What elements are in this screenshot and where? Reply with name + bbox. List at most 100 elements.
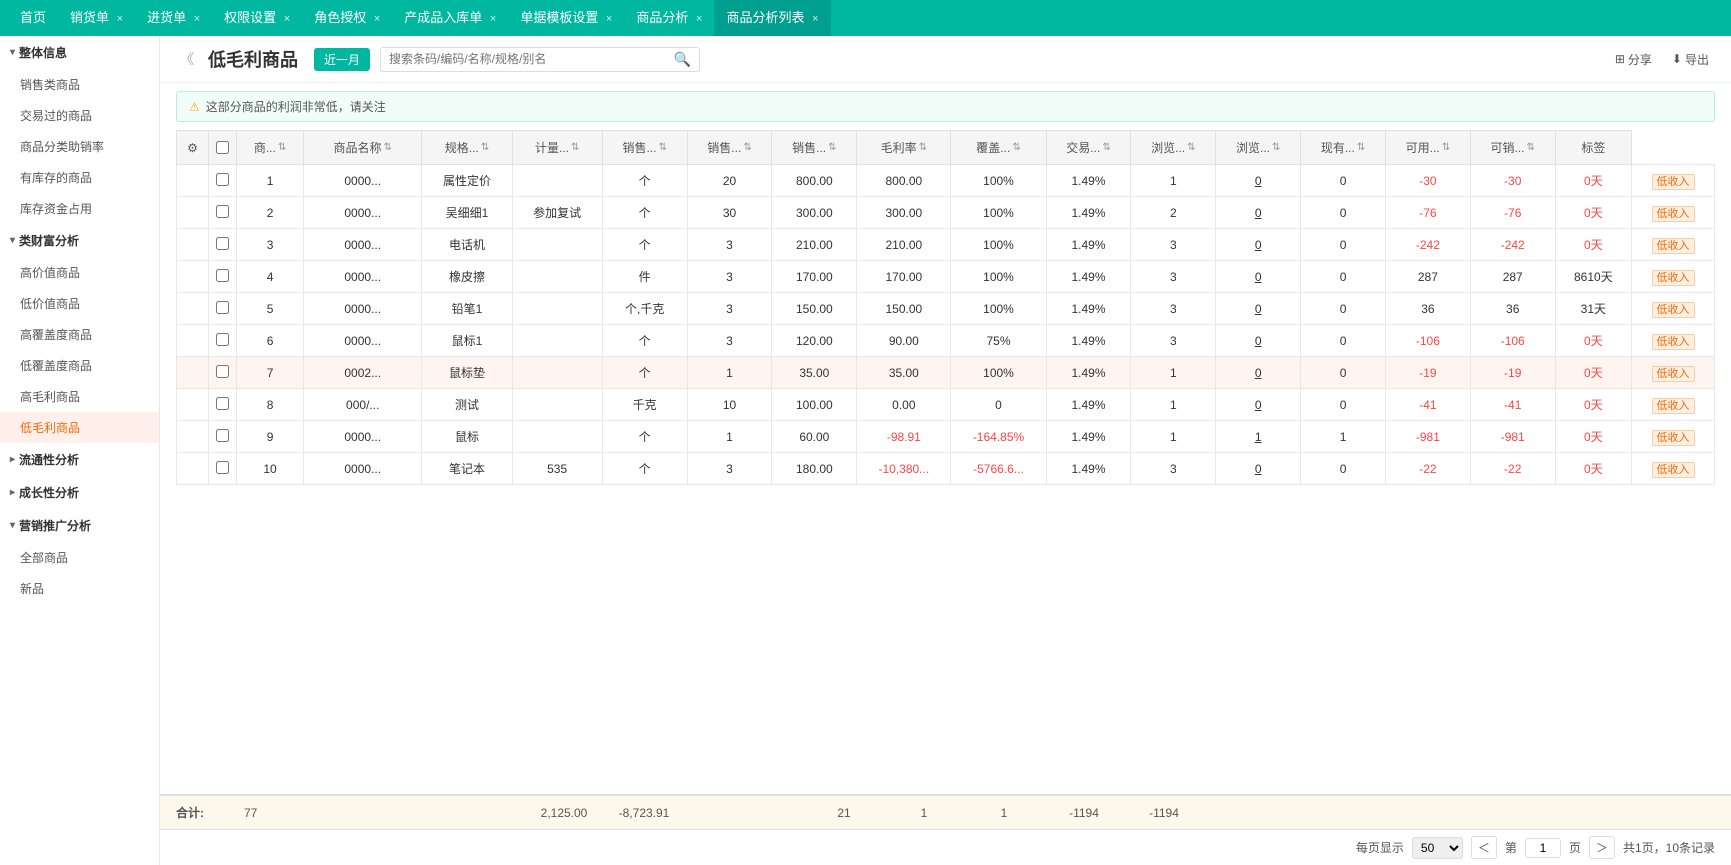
col-browse1[interactable]: 浏览... ⇅ xyxy=(1131,131,1216,165)
nav-purchase[interactable]: 进货单 × xyxy=(135,0,212,36)
sidebar-item-category-rate[interactable]: 商品分类助销率 xyxy=(0,131,159,162)
col-trade-count[interactable]: 交易... ⇅ xyxy=(1046,131,1131,165)
nav-sales[interactable]: 销货单 × xyxy=(58,0,135,36)
row-checkbox[interactable] xyxy=(209,293,237,325)
browse1-link[interactable]: 0 xyxy=(1255,462,1262,476)
browse1-link[interactable]: 0 xyxy=(1255,398,1262,412)
row-browse1[interactable]: 1 xyxy=(1216,421,1301,453)
sidebar-item-stock-goods[interactable]: 有库存的商品 xyxy=(0,162,159,193)
row-checkbox[interactable] xyxy=(209,197,237,229)
row-checkbox[interactable] xyxy=(209,261,237,293)
share-btn[interactable]: ⊞ 分享 xyxy=(1609,48,1658,71)
browse1-link[interactable]: 0 xyxy=(1255,270,1262,284)
date-filter-btn[interactable]: 近一月 xyxy=(314,48,370,71)
nav-permissions[interactable]: 权限设置 × xyxy=(212,0,302,36)
sidebar-item-stock-capital[interactable]: 库存资金占用 xyxy=(0,193,159,224)
col-spec[interactable]: 规格... ⇅ xyxy=(422,131,512,165)
browse1-link[interactable]: 0 xyxy=(1255,206,1262,220)
row-browse1[interactable]: 0 xyxy=(1216,229,1301,261)
search-icon[interactable]: 🔍 xyxy=(674,51,691,68)
col-gross-rate[interactable]: 毛利率 ⇅ xyxy=(857,131,951,165)
browse1-link[interactable]: 1 xyxy=(1255,430,1262,444)
col-cover-rate[interactable]: 覆盖... ⇅ xyxy=(951,131,1046,165)
close-icon[interactable]: × xyxy=(606,13,612,25)
col-unit[interactable]: 计量... ⇅ xyxy=(512,131,602,165)
col-settings[interactable]: ⚙ xyxy=(177,131,209,165)
row-select-checkbox[interactable] xyxy=(216,429,229,442)
row-select-checkbox[interactable] xyxy=(216,461,229,474)
row-checkbox[interactable] xyxy=(209,229,237,261)
col-saleable[interactable]: 可销... ⇅ xyxy=(1470,131,1555,165)
browse1-link[interactable]: 0 xyxy=(1255,174,1262,188)
col-browse2[interactable]: 浏览... ⇅ xyxy=(1216,131,1301,165)
browse1-link[interactable]: 0 xyxy=(1255,302,1262,316)
col-current-stock[interactable]: 现有... ⇅ xyxy=(1301,131,1386,165)
browse1-link[interactable]: 0 xyxy=(1255,334,1262,348)
export-btn[interactable]: ⬇ 导出 xyxy=(1666,48,1715,71)
row-select-checkbox[interactable] xyxy=(216,237,229,250)
sidebar-group-growth[interactable]: ▸ 成长性分析 xyxy=(0,476,159,509)
next-page-btn[interactable]: ＞ xyxy=(1589,836,1615,859)
row-checkbox[interactable] xyxy=(209,165,237,197)
sidebar-group-wealth[interactable]: ▾ 类财富分析 xyxy=(0,224,159,257)
nav-home[interactable]: 首页 xyxy=(8,0,58,36)
row-browse1[interactable]: 0 xyxy=(1216,165,1301,197)
nav-template[interactable]: 单据模板设置 × xyxy=(508,0,624,36)
sidebar-item-traded-goods[interactable]: 交易过的商品 xyxy=(0,100,159,131)
page-input[interactable] xyxy=(1525,838,1561,858)
col-available-stock[interactable]: 可用... ⇅ xyxy=(1385,131,1470,165)
col-checkbox[interactable] xyxy=(209,131,237,165)
row-select-checkbox[interactable] xyxy=(216,269,229,282)
row-checkbox[interactable] xyxy=(209,357,237,389)
browse1-link[interactable]: 0 xyxy=(1255,366,1262,380)
sidebar-group-overall[interactable]: ▾ 整体信息 xyxy=(0,36,159,69)
per-page-select[interactable]: 50 100 200 xyxy=(1412,837,1463,859)
nav-roles[interactable]: 角色授权 × xyxy=(302,0,392,36)
row-browse1[interactable]: 0 xyxy=(1216,197,1301,229)
row-browse1[interactable]: 0 xyxy=(1216,325,1301,357)
sidebar-group-flow[interactable]: ▸ 流通性分析 xyxy=(0,443,159,476)
col-tag[interactable]: 标签 xyxy=(1555,131,1631,165)
row-checkbox[interactable] xyxy=(209,389,237,421)
sidebar-group-marketing[interactable]: ▾ 营销推广分析 xyxy=(0,509,159,542)
row-browse1[interactable]: 0 xyxy=(1216,261,1301,293)
search-input[interactable] xyxy=(389,52,674,66)
nav-goods-analysis[interactable]: 商品分析 × xyxy=(624,0,714,36)
row-select-checkbox[interactable] xyxy=(216,205,229,218)
select-all-checkbox[interactable] xyxy=(216,141,229,154)
row-select-checkbox[interactable] xyxy=(216,301,229,314)
col-sales-qty[interactable]: 销售... ⇅ xyxy=(602,131,687,165)
row-select-checkbox[interactable] xyxy=(216,173,229,186)
col-sales-price[interactable]: 销售... ⇅ xyxy=(687,131,772,165)
row-checkbox[interactable] xyxy=(209,325,237,357)
sidebar-item-low-coverage[interactable]: 低覆盖度商品 xyxy=(0,350,159,381)
nav-goods-analysis-list[interactable]: 商品分析列表 × xyxy=(714,0,830,36)
sidebar-item-sales-goods[interactable]: 销售类商品 xyxy=(0,69,159,100)
close-icon[interactable]: × xyxy=(117,13,123,25)
browse1-link[interactable]: 0 xyxy=(1255,238,1262,252)
row-select-checkbox[interactable] xyxy=(216,365,229,378)
sidebar-collapse-btn[interactable]: 《 xyxy=(176,49,198,69)
row-checkbox[interactable] xyxy=(209,421,237,453)
sidebar-item-all-goods[interactable]: 全部商品 xyxy=(0,542,159,573)
sidebar-item-new-goods[interactable]: 新品 xyxy=(0,573,159,604)
close-icon[interactable]: × xyxy=(284,13,290,25)
row-browse1[interactable]: 0 xyxy=(1216,293,1301,325)
row-select-checkbox[interactable] xyxy=(216,333,229,346)
sidebar-item-low-margin[interactable]: 低毛利商品 xyxy=(0,412,159,443)
close-icon[interactable]: × xyxy=(374,13,380,25)
close-icon[interactable]: × xyxy=(812,13,818,25)
row-browse1[interactable]: 0 xyxy=(1216,453,1301,485)
sidebar-item-low-value[interactable]: 低价值商品 xyxy=(0,288,159,319)
nav-product-entry[interactable]: 产成品入库单 × xyxy=(392,0,508,36)
row-browse1[interactable]: 0 xyxy=(1216,389,1301,421)
sidebar-item-high-coverage[interactable]: 高覆盖度商品 xyxy=(0,319,159,350)
col-sales-profit[interactable]: 销售... ⇅ xyxy=(772,131,857,165)
col-code[interactable]: 商... ⇅ xyxy=(237,131,304,165)
sidebar-item-high-value[interactable]: 高价值商品 xyxy=(0,257,159,288)
row-select-checkbox[interactable] xyxy=(216,397,229,410)
close-icon[interactable]: × xyxy=(696,13,702,25)
col-name[interactable]: 商品名称 ⇅ xyxy=(304,131,422,165)
close-icon[interactable]: × xyxy=(490,13,496,25)
row-checkbox[interactable] xyxy=(209,453,237,485)
